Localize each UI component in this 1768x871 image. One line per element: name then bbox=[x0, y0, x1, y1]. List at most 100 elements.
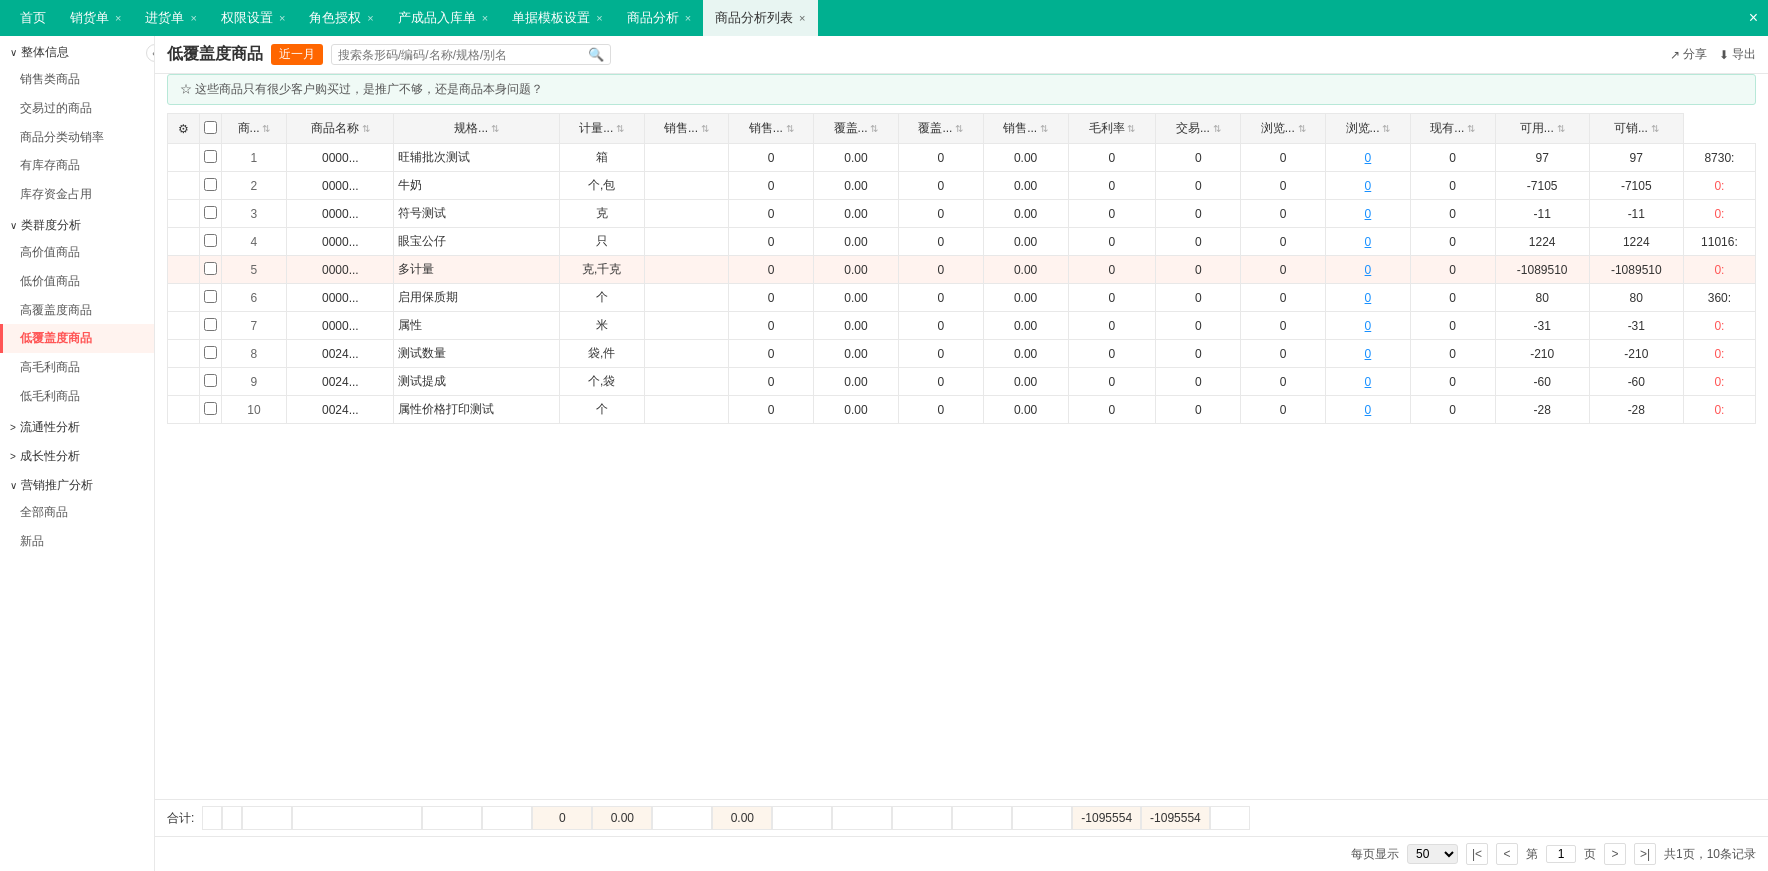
row-browse1[interactable]: 0 bbox=[1326, 284, 1411, 312]
search-input[interactable] bbox=[338, 48, 588, 62]
sidebar-item-inventory-capital[interactable]: 库存资金占用 bbox=[0, 180, 154, 209]
code-header[interactable]: 商... bbox=[221, 114, 287, 144]
row-checkbox-cell[interactable] bbox=[199, 172, 221, 200]
sidebar-item-category-rate[interactable]: 商品分类动销率 bbox=[0, 123, 154, 152]
nav-product-analysis-list[interactable]: 商品分析列表 × bbox=[703, 0, 817, 36]
sidebar-item-high-margin[interactable]: 高毛利商品 bbox=[0, 353, 154, 382]
row-checkbox[interactable] bbox=[204, 374, 217, 387]
row-browse1[interactable]: 0 bbox=[1326, 228, 1411, 256]
sidebar-section-marketing[interactable]: ∨ 营销推广分析 bbox=[0, 469, 154, 498]
row-browse1[interactable]: 0 bbox=[1326, 368, 1411, 396]
row-browse1[interactable]: 0 bbox=[1326, 312, 1411, 340]
settings-header[interactable]: ⚙ bbox=[168, 114, 200, 144]
row-browse1[interactable]: 0 bbox=[1326, 340, 1411, 368]
close-all-button[interactable]: × bbox=[1749, 9, 1758, 27]
sidebar-section-liquidity[interactable]: > 流通性分析 bbox=[0, 411, 154, 440]
close-icon[interactable]: × bbox=[367, 12, 373, 24]
sidebar-section-cluster[interactable]: ∨ 类群度分析 bbox=[0, 209, 154, 238]
row-checkbox-cell[interactable] bbox=[199, 284, 221, 312]
row-checkbox-cell[interactable] bbox=[199, 228, 221, 256]
sidebar-item-traded-goods[interactable]: 交易过的商品 bbox=[0, 94, 154, 123]
nav-purchase-order[interactable]: 进货单 × bbox=[133, 0, 208, 36]
row-checkbox-cell[interactable] bbox=[199, 312, 221, 340]
time-filter-button[interactable]: 近一月 bbox=[271, 44, 323, 65]
row-spec: 袋,件 bbox=[559, 340, 644, 368]
share-button[interactable]: ↗ 分享 bbox=[1670, 46, 1707, 63]
row-browse1[interactable]: 0 bbox=[1326, 396, 1411, 424]
spec-header[interactable]: 规格... bbox=[394, 114, 560, 144]
available-header[interactable]: 可用... bbox=[1495, 114, 1589, 144]
nav-home[interactable]: 首页 bbox=[8, 0, 58, 36]
close-icon[interactable]: × bbox=[799, 12, 805, 24]
row-cover2: 0.00 bbox=[983, 284, 1068, 312]
sellable-header[interactable]: 可销... bbox=[1589, 114, 1683, 144]
sidebar-section-growth[interactable]: > 成长性分析 bbox=[0, 440, 154, 469]
sidebar-item-low-margin[interactable]: 低毛利商品 bbox=[0, 382, 154, 411]
sales3-header[interactable]: 销售... bbox=[983, 114, 1068, 144]
sidebar-item-high-coverage[interactable]: 高覆盖度商品 bbox=[0, 296, 154, 325]
select-all-checkbox[interactable] bbox=[204, 121, 217, 134]
last-page-button[interactable]: >| bbox=[1634, 843, 1656, 865]
sidebar-item-stocked-goods[interactable]: 有库存商品 bbox=[0, 151, 154, 180]
row-checkbox[interactable] bbox=[204, 346, 217, 359]
row-checkbox-cell[interactable] bbox=[199, 368, 221, 396]
cover1-header[interactable]: 覆盖... bbox=[814, 114, 899, 144]
unit-header[interactable]: 计量... bbox=[559, 114, 644, 144]
close-icon[interactable]: × bbox=[596, 12, 602, 24]
per-page-select[interactable]: 50 100 bbox=[1407, 844, 1458, 864]
row-checkbox-cell[interactable] bbox=[199, 340, 221, 368]
sidebar-item-low-coverage[interactable]: 低覆盖度商品 bbox=[0, 324, 154, 353]
nav-role[interactable]: 角色授权 × bbox=[297, 0, 385, 36]
row-spec: 只 bbox=[559, 228, 644, 256]
close-icon[interactable]: × bbox=[190, 12, 196, 24]
row-checkbox[interactable] bbox=[204, 150, 217, 163]
row-checkbox[interactable] bbox=[204, 234, 217, 247]
row-checkbox-cell[interactable] bbox=[199, 256, 221, 284]
page-number-input[interactable] bbox=[1546, 845, 1576, 863]
row-checkbox[interactable] bbox=[204, 318, 217, 331]
search-icon[interactable]: 🔍 bbox=[588, 47, 604, 62]
settings-icon[interactable]: ⚙ bbox=[178, 122, 189, 136]
sidebar-item-new-goods[interactable]: 新品 bbox=[0, 527, 154, 556]
margin-header[interactable]: 毛利率 bbox=[1068, 114, 1156, 144]
cover2-header[interactable]: 覆盖... bbox=[898, 114, 983, 144]
next-page-button[interactable]: > bbox=[1604, 843, 1626, 865]
close-icon[interactable]: × bbox=[115, 12, 121, 24]
sidebar-section-overview[interactable]: ∨ 整体信息 bbox=[0, 36, 154, 65]
current-header[interactable]: 现有... bbox=[1410, 114, 1495, 144]
sales1-header[interactable]: 销售... bbox=[644, 114, 729, 144]
browse1-header[interactable]: 浏览... bbox=[1241, 114, 1326, 144]
prev-page-button[interactable]: < bbox=[1496, 843, 1518, 865]
row-checkbox[interactable] bbox=[204, 262, 217, 275]
row-checkbox-cell[interactable] bbox=[199, 396, 221, 424]
row-browse1[interactable]: 0 bbox=[1326, 200, 1411, 228]
browse2-header[interactable]: 浏览... bbox=[1326, 114, 1411, 144]
checkbox-header[interactable] bbox=[199, 114, 221, 144]
row-checkbox-cell[interactable] bbox=[199, 200, 221, 228]
row-browse1[interactable]: 0 bbox=[1326, 256, 1411, 284]
row-checkbox-cell[interactable] bbox=[199, 144, 221, 172]
sidebar-item-low-value[interactable]: 低价值商品 bbox=[0, 267, 154, 296]
nav-warehouse[interactable]: 产成品入库单 × bbox=[386, 0, 500, 36]
close-icon[interactable]: × bbox=[279, 12, 285, 24]
nav-template[interactable]: 单据模板设置 × bbox=[500, 0, 614, 36]
close-icon[interactable]: × bbox=[482, 12, 488, 24]
sidebar-item-all-goods[interactable]: 全部商品 bbox=[0, 498, 154, 527]
trans-header[interactable]: 交易... bbox=[1156, 114, 1241, 144]
sidebar-item-high-value[interactable]: 高价值商品 bbox=[0, 238, 154, 267]
sidebar-item-sales-goods[interactable]: 销售类商品 bbox=[0, 65, 154, 94]
row-browse1[interactable]: 0 bbox=[1326, 172, 1411, 200]
sales2-header[interactable]: 销售... bbox=[729, 114, 814, 144]
nav-product-analysis[interactable]: 商品分析 × bbox=[615, 0, 703, 36]
name-header[interactable]: 商品名称 bbox=[287, 114, 394, 144]
row-checkbox[interactable] bbox=[204, 178, 217, 191]
close-icon[interactable]: × bbox=[685, 12, 691, 24]
nav-sales-order[interactable]: 销货单 × bbox=[58, 0, 133, 36]
row-checkbox[interactable] bbox=[204, 290, 217, 303]
export-button[interactable]: ⬇ 导出 bbox=[1719, 46, 1756, 63]
row-checkbox[interactable] bbox=[204, 402, 217, 415]
nav-permission[interactable]: 权限设置 × bbox=[209, 0, 297, 36]
first-page-button[interactable]: |< bbox=[1466, 843, 1488, 865]
row-browse1[interactable]: 0 bbox=[1326, 144, 1411, 172]
row-checkbox[interactable] bbox=[204, 206, 217, 219]
